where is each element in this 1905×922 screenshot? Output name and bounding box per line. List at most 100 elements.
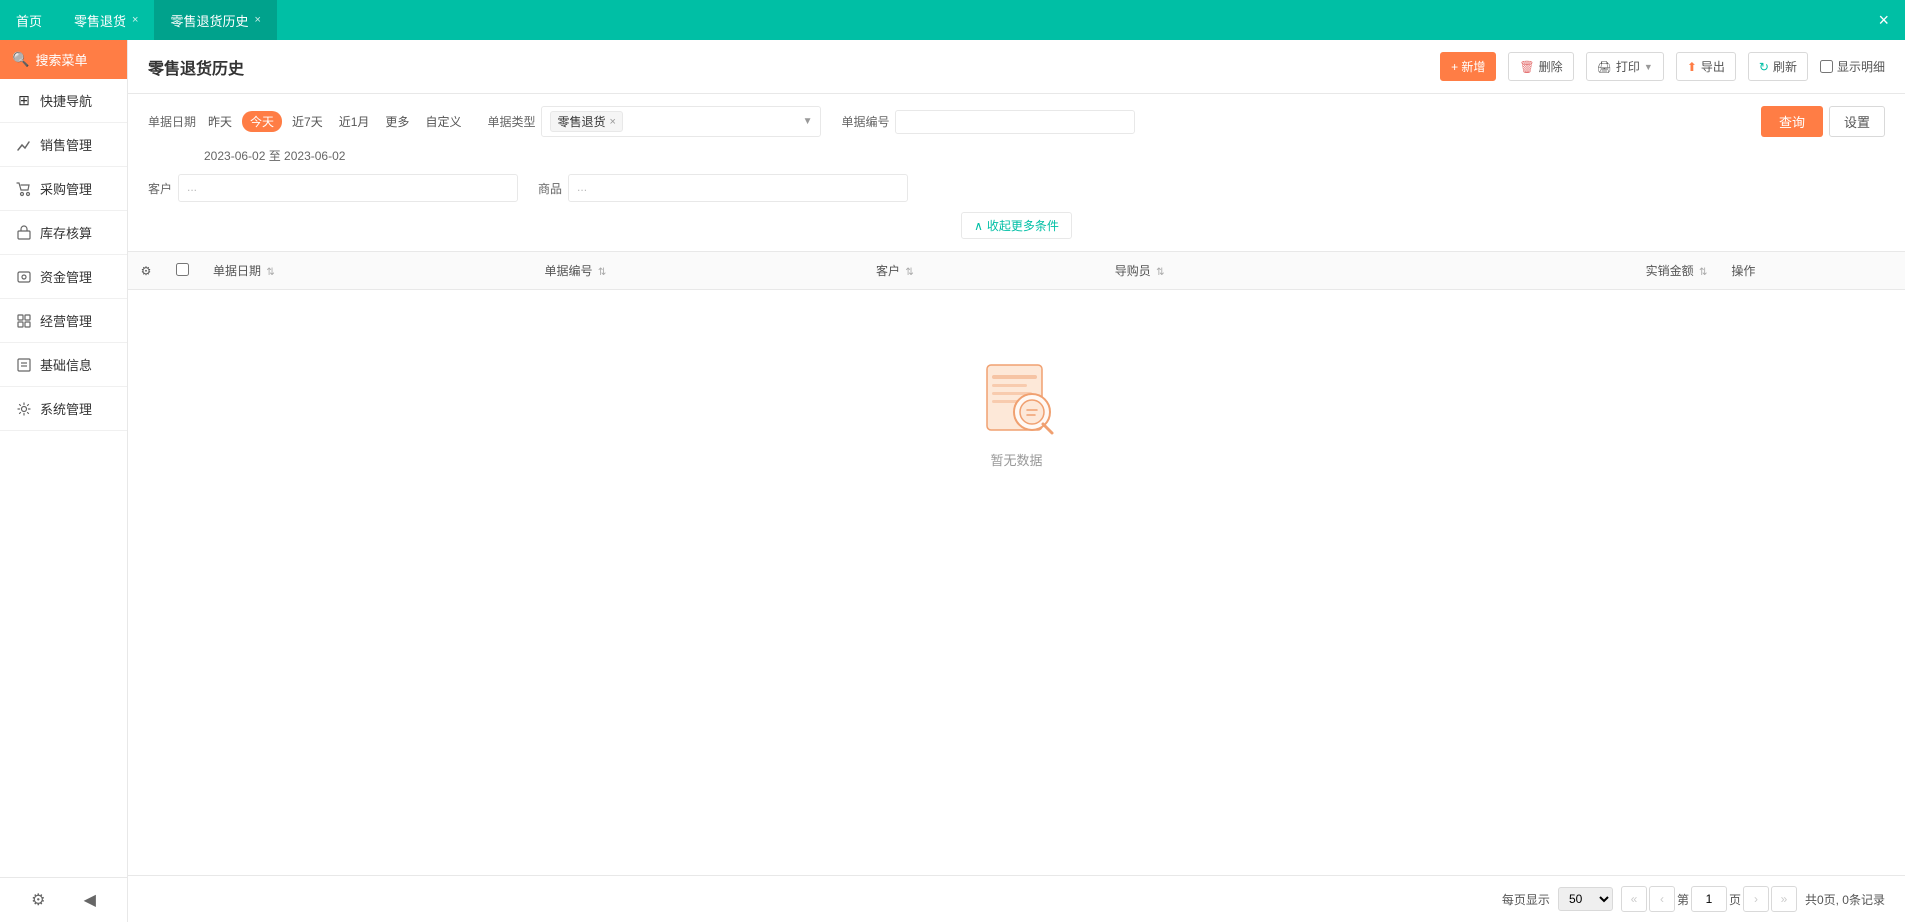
select-all-checkbox[interactable] <box>176 263 189 276</box>
sales-icon <box>16 137 32 153</box>
filter-row-3: 客户 ... 商品 ... <box>148 174 1885 202</box>
window-close-button[interactable]: × <box>1878 11 1889 29</box>
sidebar-item-label: 经营管理 <box>40 311 92 330</box>
date-btn-today[interactable]: 今天 <box>242 111 282 132</box>
empty-illustration <box>967 350 1067 450</box>
settings-bottom-icon[interactable]: ⚙ <box>31 890 45 910</box>
show-detail-checkbox[interactable] <box>1820 60 1833 73</box>
tab-retail-return[interactable]: 零售退货 × <box>58 0 154 40</box>
new-button[interactable]: + 新增 <box>1440 52 1496 81</box>
pagination-nav: « ‹ 第 页 › » <box>1621 886 1797 912</box>
pagination-bar: 每页显示 10 20 50 100 « ‹ 第 页 › » 共0页, 0条记录 <box>128 875 1905 922</box>
new-button-label: + 新增 <box>1451 58 1485 75</box>
filter-row-1: 单据日期 昨天 今天 近7天 近1月 更多 自定义 单据类型 <box>148 106 1885 137</box>
th-customer[interactable]: 客户 ⇅ <box>864 252 1103 290</box>
type-filter-tag: 零售退货 × <box>550 111 622 132</box>
th-actions-label: 操作 <box>1731 264 1755 278</box>
collapse-up-icon: ∧ <box>974 219 983 233</box>
sidebar-item-basic-info[interactable]: 基础信息 <box>0 343 127 387</box>
inventory-icon <box>16 225 32 241</box>
collapse-sidebar-icon[interactable]: ◀ <box>84 890 96 910</box>
customer-filter-label: 客户 <box>148 180 172 197</box>
goods-input[interactable]: ... <box>568 174 908 202</box>
sidebar-item-label: 库存核算 <box>40 223 92 242</box>
print-icon: 🖨 <box>1597 60 1612 74</box>
tab-home-label: 首页 <box>16 11 42 30</box>
show-detail-toggle[interactable]: 显示明细 <box>1820 58 1885 75</box>
operations-icon <box>16 313 32 329</box>
tab-retail-return-history[interactable]: 零售退货历史 × <box>154 0 276 40</box>
tab-retail-return-close[interactable]: × <box>132 14 138 26</box>
print-button[interactable]: 🖨 打印 ▼ <box>1586 52 1664 81</box>
sidebar-item-sales[interactable]: 销售管理 <box>0 123 127 167</box>
sidebar-nav: ⊞ 快捷导航 销售管理 采购管理 <box>0 79 127 431</box>
settings-button[interactable]: 设置 <box>1829 106 1885 137</box>
voucher-input[interactable] <box>904 115 1126 129</box>
top-bar: 首页 零售退货 × 零售退货历史 × × <box>0 0 1905 40</box>
sidebar-item-quick-nav[interactable]: ⊞ 快捷导航 <box>0 79 127 123</box>
th-guide[interactable]: 导购员 ⇅ <box>1103 252 1388 290</box>
tab-retail-return-history-close[interactable]: × <box>254 14 260 26</box>
sidebar-search[interactable]: 🔍 搜索菜单 <box>0 40 127 79</box>
tab-retail-return-history-label: 零售退货历史 <box>170 11 248 30</box>
sort-date-icon: ⇅ <box>266 267 274 278</box>
sidebar-item-finance[interactable]: 资金管理 <box>0 255 127 299</box>
prev-page-button[interactable]: ‹ <box>1649 886 1675 912</box>
th-checkbox[interactable] <box>164 252 201 290</box>
date-btn-more[interactable]: 更多 <box>379 111 415 132</box>
show-detail-label: 显示明细 <box>1837 58 1885 75</box>
th-date[interactable]: 单据日期 ⇅ <box>201 252 533 290</box>
page-input[interactable] <box>1691 886 1727 912</box>
collapse-button[interactable]: ∧ 收起更多条件 <box>961 212 1072 239</box>
next-page-button[interactable]: › <box>1743 886 1769 912</box>
filter-row-2: 2023-06-02 至 2023-06-02 <box>148 147 1885 164</box>
th-amount[interactable]: 实销金额 ⇅ <box>1388 252 1720 290</box>
last-page-button[interactable]: » <box>1771 886 1797 912</box>
settings-icon: ⚙ <box>141 264 152 278</box>
export-button[interactable]: ⬆ 导出 <box>1676 52 1736 81</box>
collapse-button-label: 收起更多条件 <box>987 217 1059 234</box>
export-button-label: 导出 <box>1701 58 1725 75</box>
toolbar-actions: + 新增 🗑 删除 🖨 打印 ▼ ⬆ 导出 ↻ 刷新 <box>1440 52 1885 81</box>
date-filter-buttons: 昨天 今天 近7天 近1月 更多 自定义 <box>202 111 467 132</box>
date-range-display: 2023-06-02 至 2023-06-02 <box>204 147 345 164</box>
finance-icon <box>16 269 32 285</box>
type-filter-label: 单据类型 <box>487 113 535 130</box>
first-page-button[interactable]: « <box>1621 886 1647 912</box>
refresh-button[interactable]: ↻ 刷新 <box>1748 52 1808 81</box>
th-settings[interactable]: ⚙ <box>128 252 164 290</box>
voucher-input-box <box>895 110 1135 134</box>
type-filter-select[interactable]: 零售退货 × ▼ <box>541 106 821 137</box>
date-btn-1month[interactable]: 近1月 <box>333 111 376 132</box>
delete-button[interactable]: 🗑 删除 <box>1508 52 1573 81</box>
pagination-total: 共0页, 0条记录 <box>1805 891 1885 908</box>
sidebar-item-operations[interactable]: 经营管理 <box>0 299 127 343</box>
data-table: ⚙ 单据日期 ⇅ 单据编号 ⇅ <box>128 252 1905 509</box>
sidebar-item-inventory[interactable]: 库存核算 <box>0 211 127 255</box>
basic-info-icon <box>16 357 32 373</box>
date-btn-7days[interactable]: 近7天 <box>286 111 329 132</box>
page-label: 第 <box>1677 891 1689 908</box>
date-btn-yesterday[interactable]: 昨天 <box>202 111 238 132</box>
query-button[interactable]: 查询 <box>1761 106 1823 137</box>
sidebar-search-label: 搜索菜单 <box>35 50 87 69</box>
date-btn-custom[interactable]: 自定义 <box>419 111 467 132</box>
table-area: ⚙ 单据日期 ⇅ 单据编号 ⇅ <box>128 252 1905 875</box>
customer-input[interactable]: ... <box>178 174 518 202</box>
export-icon: ⬆ <box>1687 60 1697 74</box>
sort-customer-icon: ⇅ <box>905 267 913 278</box>
th-voucher[interactable]: 单据编号 ⇅ <box>533 252 865 290</box>
empty-text: 暂无数据 <box>990 450 1042 469</box>
quick-nav-icon: ⊞ <box>16 93 32 109</box>
th-date-label: 单据日期 <box>213 264 261 278</box>
refresh-button-label: 刷新 <box>1773 58 1797 75</box>
sidebar-item-purchase[interactable]: 采购管理 <box>0 167 127 211</box>
per-page-select[interactable]: 10 20 50 100 <box>1558 887 1613 911</box>
sidebar-item-system[interactable]: 系统管理 <box>0 387 127 431</box>
type-tag-close[interactable]: × <box>609 116 615 128</box>
th-customer-label: 客户 <box>876 264 900 278</box>
main-layout: 🔍 搜索菜单 ⊞ 快捷导航 销售管理 采购管 <box>0 40 1905 922</box>
date-filter-item: 单据日期 昨天 今天 近7天 近1月 更多 自定义 <box>148 111 467 132</box>
th-amount-label: 实销金额 <box>1646 264 1694 278</box>
tab-home[interactable]: 首页 <box>0 0 58 40</box>
